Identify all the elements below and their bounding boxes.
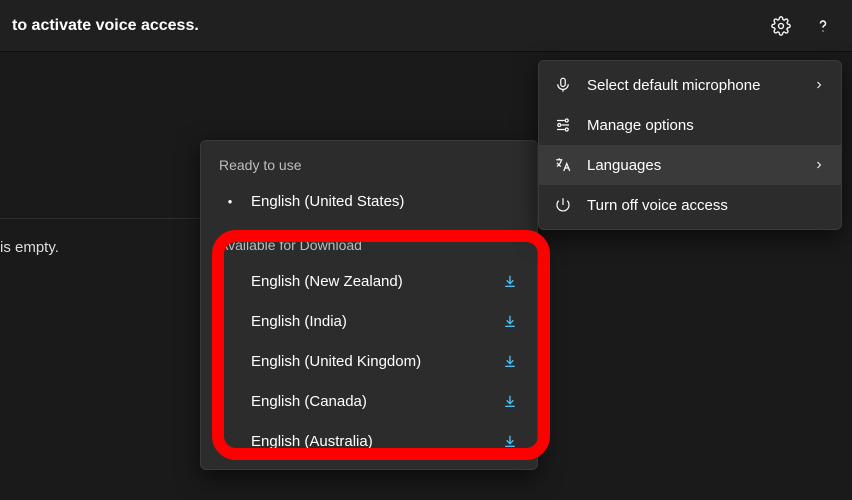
- menu-turn-off[interactable]: Turn off voice access: [539, 185, 841, 225]
- menu-label: Turn off voice access: [587, 197, 827, 214]
- language-name: English (United Kingdom): [241, 353, 501, 370]
- body-area: is empty. Select default microphone: [0, 52, 852, 500]
- help-button[interactable]: [812, 15, 834, 37]
- menu-manage-options[interactable]: Manage options: [539, 105, 841, 145]
- language-name: English (Canada): [241, 393, 501, 410]
- download-icon[interactable]: [501, 432, 519, 450]
- language-name: English (India): [241, 313, 501, 330]
- ready-section-title: Ready to use: [201, 141, 537, 181]
- download-icon[interactable]: [501, 272, 519, 290]
- topbar-message: to activate voice access.: [12, 17, 770, 35]
- chevron-right-icon: [811, 77, 827, 93]
- download-icon[interactable]: [501, 312, 519, 330]
- topbar-icons: [770, 15, 834, 37]
- language-name: English (New Zealand): [241, 273, 501, 290]
- menu-label: Languages: [587, 157, 797, 174]
- language-option-en-ca[interactable]: English (Canada): [201, 381, 537, 421]
- language-icon: [553, 155, 573, 175]
- help-icon: [813, 16, 833, 36]
- download-section-title: Available for Download: [201, 221, 537, 261]
- menu-languages[interactable]: Languages: [539, 145, 841, 185]
- selected-bullet-icon: ●: [219, 197, 241, 206]
- languages-panel: Ready to use ● English (United States) A…: [200, 140, 538, 470]
- voice-access-topbar: to activate voice access.: [0, 0, 852, 52]
- language-option-en-us[interactable]: ● English (United States): [201, 181, 537, 221]
- language-option-en-nz[interactable]: English (New Zealand): [201, 261, 537, 301]
- download-icon[interactable]: [501, 352, 519, 370]
- language-name: English (Australia): [241, 433, 501, 450]
- menu-label: Manage options: [587, 117, 827, 134]
- download-icon[interactable]: [501, 392, 519, 410]
- settings-menu: Select default microphone Manage options: [538, 60, 842, 230]
- chevron-right-icon: [811, 157, 827, 173]
- power-icon: [553, 195, 573, 215]
- microphone-icon: [553, 75, 573, 95]
- language-option-en-in[interactable]: English (India): [201, 301, 537, 341]
- sliders-icon: [553, 115, 573, 135]
- language-name: English (United States): [241, 193, 519, 210]
- menu-select-microphone[interactable]: Select default microphone: [539, 65, 841, 105]
- language-option-en-au[interactable]: English (Australia): [201, 421, 537, 461]
- settings-button[interactable]: [770, 15, 792, 37]
- language-option-en-gb[interactable]: English (United Kingdom): [201, 341, 537, 381]
- empty-state-text: is empty.: [0, 218, 200, 256]
- menu-label: Select default microphone: [587, 77, 797, 94]
- gear-icon: [771, 16, 791, 36]
